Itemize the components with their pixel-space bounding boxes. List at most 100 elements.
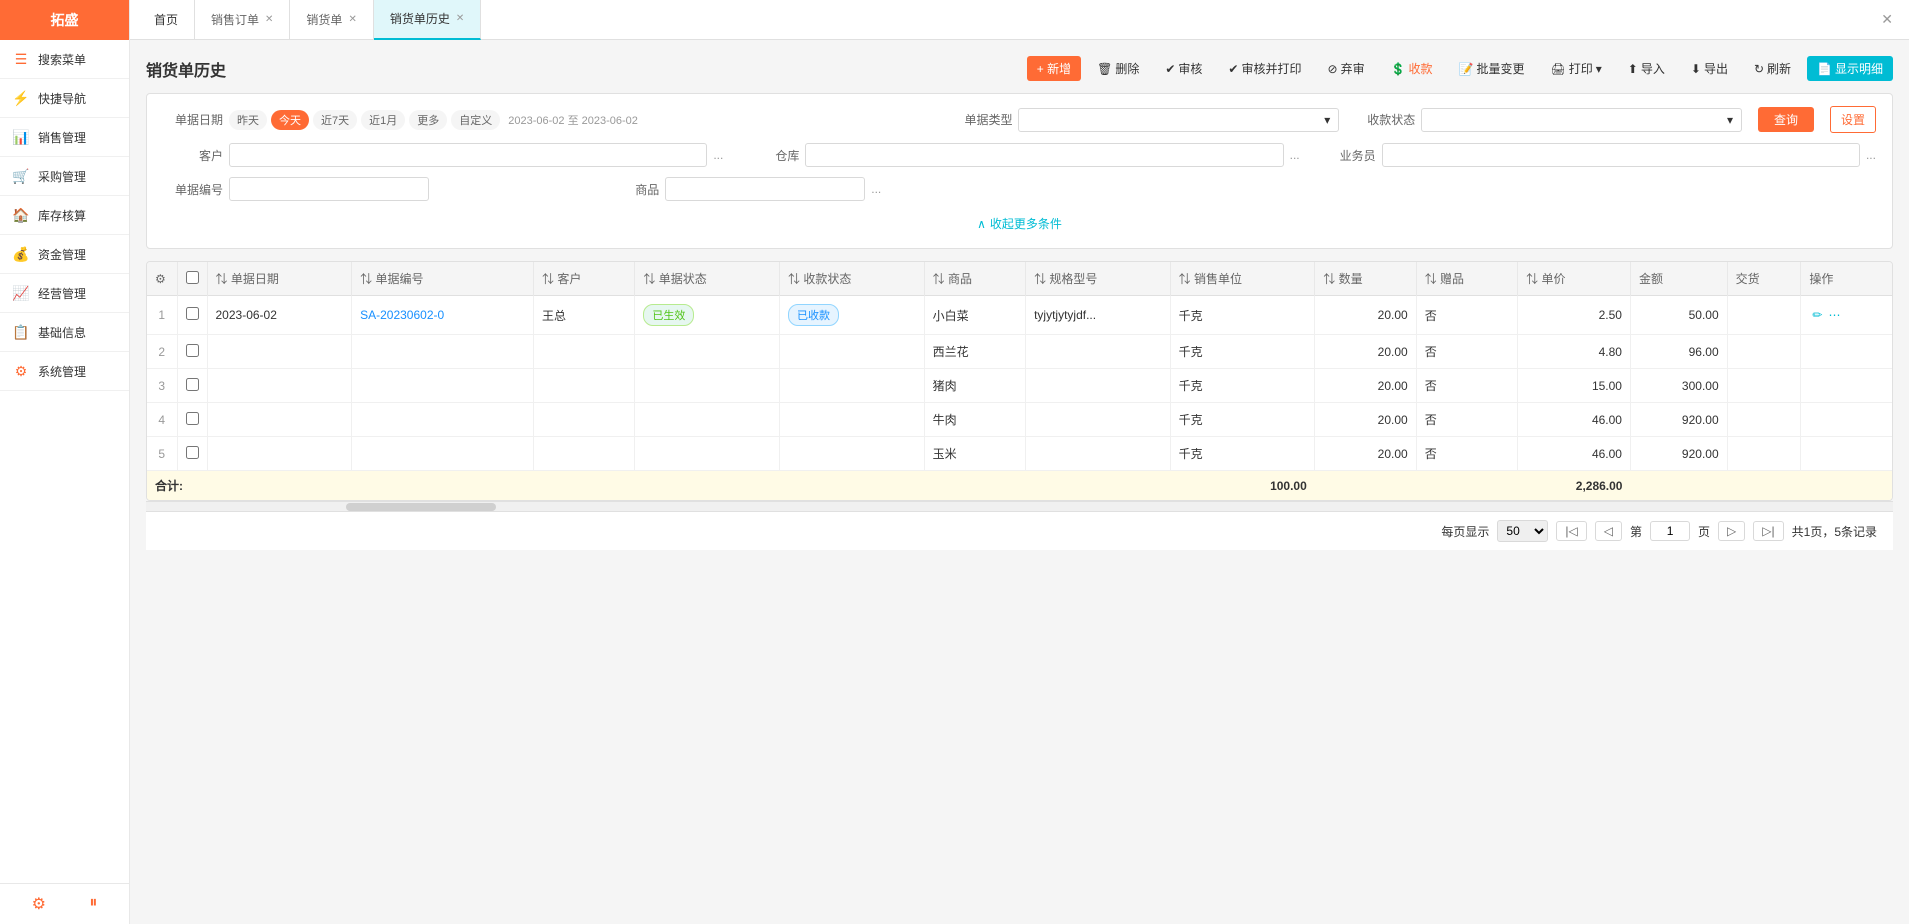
customer-input[interactable] bbox=[229, 143, 707, 167]
row-checkbox[interactable] bbox=[186, 378, 199, 391]
checkbox-col-header[interactable] bbox=[177, 262, 207, 296]
operations-icon: 📈 bbox=[12, 284, 30, 302]
staff-dots[interactable]: ... bbox=[1866, 148, 1876, 162]
date-pill-today[interactable]: 今天 bbox=[271, 110, 309, 130]
tab-sales-delivery[interactable]: 销货单 ✕ bbox=[290, 0, 373, 40]
date-pill-custom[interactable]: 自定义 bbox=[451, 110, 500, 130]
first-page-btn[interactable]: |◁ bbox=[1556, 521, 1586, 541]
tab-sales-order[interactable]: 销售订单 ✕ bbox=[195, 0, 290, 40]
filter-row-2: 客户 ... 仓库 ... 业务员 ... bbox=[163, 143, 1876, 167]
sys-mgmt-icon: ⚙ bbox=[12, 362, 30, 380]
footer-collapse-btn[interactable]: ⏸ bbox=[89, 894, 97, 914]
sidebar-item-finance[interactable]: 💰 资金管理 bbox=[0, 235, 129, 274]
settings-button[interactable]: 设置 bbox=[1830, 106, 1876, 133]
date-pill-more[interactable]: 更多 bbox=[409, 110, 447, 130]
row-price: 46.00 bbox=[1518, 403, 1631, 437]
customer-dots[interactable]: ... bbox=[713, 148, 723, 162]
select-all-checkbox[interactable] bbox=[186, 271, 199, 284]
price-col-header[interactable]: ⇅ 单价 bbox=[1518, 262, 1631, 296]
warehouse-dots[interactable]: ... bbox=[1290, 148, 1300, 162]
horizontal-scrollbar[interactable] bbox=[146, 501, 1893, 511]
doc-no-col-header[interactable]: ⇅ 单据编号 bbox=[352, 262, 534, 296]
payment-status-select[interactable]: ▾ bbox=[1421, 108, 1742, 132]
doc-status-badge: 已生效 bbox=[643, 304, 694, 326]
date-pill-yesterday[interactable]: 昨天 bbox=[229, 110, 267, 130]
goods-col-header[interactable]: ⇅ 商品 bbox=[924, 262, 1025, 296]
prev-page-btn[interactable]: ◁ bbox=[1595, 521, 1622, 541]
window-close-btn[interactable]: ✕ bbox=[1873, 11, 1901, 28]
query-button[interactable]: 查询 bbox=[1758, 107, 1814, 132]
collect-button[interactable]: 💲 收款 bbox=[1381, 56, 1443, 81]
sidebar-item-sales-mgmt[interactable]: 📊 销售管理 bbox=[0, 118, 129, 157]
doc-no-link[interactable]: SA-20230602-0 bbox=[360, 308, 444, 322]
close-sales-history-tab[interactable]: ✕ bbox=[456, 13, 464, 24]
collapse-icon: ∧ bbox=[977, 217, 986, 231]
doc-no-input[interactable] bbox=[229, 177, 429, 201]
row-price: 4.80 bbox=[1518, 335, 1631, 369]
row-checkbox[interactable] bbox=[186, 412, 199, 425]
audit-button[interactable]: ✔ 审核 bbox=[1155, 56, 1212, 81]
per-page-select[interactable]: 50 100 200 bbox=[1497, 520, 1548, 542]
collapse-filter-btn[interactable]: ∧ 收起更多条件 bbox=[973, 211, 1066, 236]
row-qty: 20.00 bbox=[1315, 369, 1416, 403]
audit-print-button[interactable]: ✔ 审核并打印 bbox=[1218, 56, 1311, 81]
tab-home[interactable]: 首页 bbox=[138, 0, 195, 40]
row-customer bbox=[534, 437, 635, 471]
warehouse-input[interactable] bbox=[805, 143, 1283, 167]
edit-action-btn[interactable]: ✏ bbox=[1812, 308, 1822, 322]
payment-status-col-header[interactable]: ⇅ 收款状态 bbox=[780, 262, 925, 296]
sidebar-item-quick-nav[interactable]: ⚡ 快捷导航 bbox=[0, 79, 129, 118]
show-detail-button[interactable]: 📄 显示明细 bbox=[1807, 56, 1893, 81]
print-button[interactable]: 🖨 打印 ▾ bbox=[1541, 56, 1612, 81]
doc-status-col-header[interactable]: ⇅ 单据状态 bbox=[635, 262, 780, 296]
row-checkbox[interactable] bbox=[186, 307, 199, 320]
next-page-btn[interactable]: ▷ bbox=[1718, 521, 1745, 541]
scrollbar-thumb[interactable] bbox=[346, 503, 496, 511]
unit-col-header[interactable]: ⇅ 销售单位 bbox=[1170, 262, 1315, 296]
page-title: 销货单历史 bbox=[146, 57, 226, 81]
close-sales-delivery-tab[interactable]: ✕ bbox=[348, 14, 356, 25]
export-button[interactable]: ⬇ 导出 bbox=[1681, 56, 1738, 81]
summary-row: 合计: 100.00 2,286.00 bbox=[147, 471, 1892, 501]
page-number-input[interactable] bbox=[1650, 521, 1690, 541]
refresh-button[interactable]: ↻ 刷新 bbox=[1744, 56, 1801, 81]
discard-button[interactable]: ⊘ 弃审 bbox=[1318, 56, 1375, 81]
row-checkbox[interactable] bbox=[186, 446, 199, 459]
last-page-btn[interactable]: ▷| bbox=[1753, 521, 1783, 541]
gear-col-header[interactable]: ⚙ bbox=[147, 262, 177, 296]
row-doc-status bbox=[635, 437, 780, 471]
sidebar-item-inventory[interactable]: 🏠 库存核算 bbox=[0, 196, 129, 235]
row-doc-no bbox=[352, 369, 534, 403]
staff-input[interactable] bbox=[1382, 143, 1860, 167]
batch-change-button[interactable]: 📝 批量变更 bbox=[1449, 56, 1535, 81]
type-label: 单据类型 bbox=[952, 111, 1012, 128]
spec-col-header[interactable]: ⇅ 规格型号 bbox=[1026, 262, 1171, 296]
customer-col-header[interactable]: ⇅ 客户 bbox=[534, 262, 635, 296]
close-sales-order-tab[interactable]: ✕ bbox=[265, 14, 273, 25]
sidebar-item-sys-mgmt[interactable]: ⚙ 系统管理 bbox=[0, 352, 129, 391]
sidebar-item-purchase-mgmt[interactable]: 🛒 采购管理 bbox=[0, 157, 129, 196]
audit-icon: ✔ bbox=[1165, 62, 1175, 76]
goods-dots[interactable]: ... bbox=[871, 182, 881, 196]
sidebar-item-operations[interactable]: 📈 经营管理 bbox=[0, 274, 129, 313]
footer-settings-btn[interactable]: ⚙ bbox=[32, 894, 46, 914]
row-checkbox[interactable] bbox=[186, 344, 199, 357]
sidebar-item-basic-info[interactable]: 📋 基础信息 bbox=[0, 313, 129, 352]
row-customer bbox=[534, 335, 635, 369]
sidebar-item-search-menu[interactable]: ☰ 搜索菜单 bbox=[0, 40, 129, 79]
goods-input[interactable] bbox=[665, 177, 865, 201]
new-button[interactable]: + 新增 bbox=[1027, 56, 1081, 81]
import-button[interactable]: ⬆ 导入 bbox=[1618, 56, 1675, 81]
date-pill-7days[interactable]: 近7天 bbox=[313, 110, 357, 130]
date-pill-1month[interactable]: 近1月 bbox=[361, 110, 405, 130]
qty-col-header[interactable]: ⇅ 数量 bbox=[1315, 262, 1416, 296]
page-label-post: 页 bbox=[1698, 523, 1710, 540]
tab-sales-history[interactable]: 销货单历史 ✕ bbox=[374, 0, 481, 40]
row-actions bbox=[1801, 335, 1892, 369]
delete-button[interactable]: 🗑 删除 bbox=[1087, 56, 1149, 81]
type-select[interactable]: ▾ bbox=[1018, 108, 1339, 132]
more-action-btn[interactable]: ⋯ bbox=[1828, 308, 1840, 322]
gift-col-header[interactable]: ⇅ 赠品 bbox=[1416, 262, 1517, 296]
row-goods: 小白菜 bbox=[924, 296, 1025, 335]
doc-date-col-header[interactable]: ⇅ 单据日期 bbox=[207, 262, 352, 296]
